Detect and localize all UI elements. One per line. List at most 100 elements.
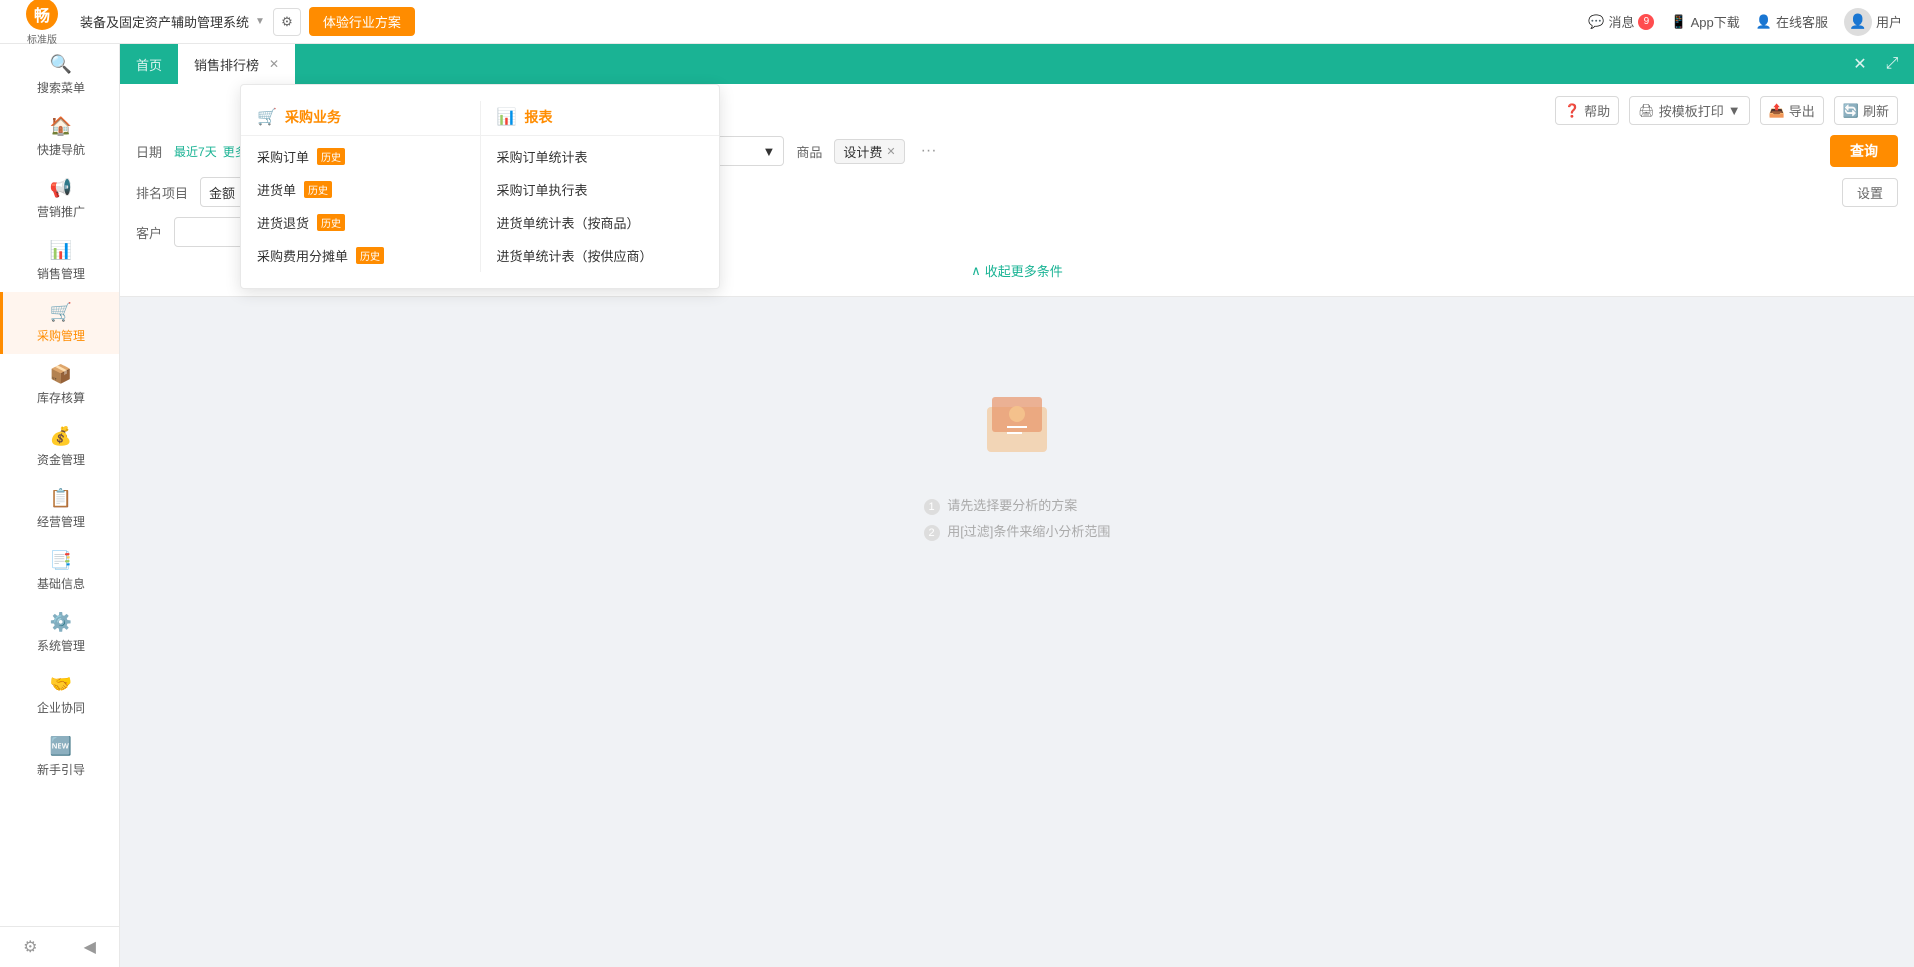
purchase-item[interactable]: 采购费用分摊单历史 <box>241 239 480 272</box>
goods-tag-value: 设计费 <box>843 142 882 161</box>
report-item[interactable]: 采购订单统计表 <box>481 140 720 173</box>
report-item[interactable]: 进货单统计表（按商品） <box>481 206 720 239</box>
purchase-col-icon: 🛒 <box>257 107 277 127</box>
sidebar-item-system[interactable]: ⚙️系统管理 <box>0 602 119 664</box>
sidebar-item-purchase[interactable]: 🛒 采购管理 <box>0 292 119 354</box>
settings-button[interactable]: ⚙ <box>273 8 301 36</box>
rank-label: 排名项目 <box>136 183 188 202</box>
tab-bar: 首页 销售排行榜 ✕ ✕ ⤢ <box>120 44 1914 84</box>
close-icon[interactable]: ✕ <box>269 57 279 71</box>
logo: 畅 标准版 <box>12 0 72 46</box>
dropdown-item-label: 进货单统计表（按供应商） <box>497 246 653 265</box>
collapse-label: 收起更多条件 <box>985 261 1063 280</box>
sidebar-icon-guide: 🆕 <box>50 736 72 757</box>
sidebar-label-basic: 基础信息 <box>37 575 85 592</box>
tab-home-label: 首页 <box>136 55 162 74</box>
sidebar-icon-purchase: 🛒 <box>50 302 72 323</box>
tab-home[interactable]: 首页 <box>120 44 178 84</box>
sidebar-icon-operations: 📋 <box>50 488 72 509</box>
report-item[interactable]: 进货单统计表（按供应商） <box>481 239 720 272</box>
empty-icon <box>967 377 1067 477</box>
goods-more-btn[interactable]: ··· <box>921 142 937 160</box>
help-label: 帮助 <box>1584 101 1610 120</box>
chevron-down-icon: ▼ <box>255 16 265 27</box>
export-button[interactable]: 📤 导出 <box>1760 96 1824 125</box>
sidebar-item-operations[interactable]: 📋 经营管理 <box>0 478 119 540</box>
industry-button[interactable]: 体验行业方案 <box>309 7 415 36</box>
set-button[interactable]: 设置 <box>1842 178 1898 207</box>
purchase-col-title: 🛒 采购业务 <box>241 101 480 136</box>
sidebar-item-marketing[interactable]: 📢营销推广 <box>0 168 119 230</box>
empty-tips: 1 请先选择要分析的方案 2 用[过滤]条件来缩小分析范围 <box>924 493 1111 545</box>
service-icon: 👤 <box>1756 14 1772 30</box>
sidebar-item-search[interactable]: 🔍搜索菜单 <box>0 44 119 106</box>
query-button[interactable]: 查询 <box>1830 135 1898 167</box>
refresh-button[interactable]: 🔄 刷新 <box>1834 96 1898 125</box>
sidebar-icon-basic: 📑 <box>50 550 72 571</box>
dropdown-item-label: 进货单统计表（按商品） <box>497 213 640 232</box>
sidebar-label-sales: 销售管理 <box>37 265 85 282</box>
empty-state: 1 请先选择要分析的方案 2 用[过滤]条件来缩小分析范围 <box>120 297 1914 625</box>
purchase-item[interactable]: 采购订单历史 <box>241 140 480 173</box>
rank-value: 金额 <box>209 183 235 202</box>
service-button[interactable]: 👤 在线客服 <box>1756 12 1828 31</box>
goods-tag: 设计费 ✕ <box>834 139 904 164</box>
sidebar-icon-quick: 🏠 <box>50 116 72 137</box>
tip-text-2: 用[过滤]条件来缩小分析范围 <box>947 524 1110 539</box>
help-button[interactable]: ❓ 帮助 <box>1555 96 1619 125</box>
sidebar-label-purchase: 采购管理 <box>37 327 85 344</box>
print-chevron: ▼ <box>1728 103 1741 118</box>
sidebar-icon-sales: 📊 <box>50 240 72 261</box>
purchase-item[interactable]: 进货退货历史 <box>241 206 480 239</box>
sidebar-label-operations: 经营管理 <box>37 513 85 530</box>
purchase-item[interactable]: 进货单历史 <box>241 173 480 206</box>
report-col-title: 📊 报表 <box>481 101 720 136</box>
logo-icon: 畅 <box>26 0 58 30</box>
date-7days[interactable]: 最近7天 <box>174 143 217 160</box>
export-icon: 📤 <box>1769 103 1785 119</box>
user-button[interactable]: 👤 用户 <box>1844 8 1902 36</box>
print-icon: 🖨 <box>1638 103 1655 119</box>
settings-icon[interactable]: ⚙ <box>23 937 37 957</box>
dropdown-item-label: 进货单 <box>257 180 296 199</box>
sidebar-item-inventory[interactable]: 📦库存核算 <box>0 354 119 416</box>
sidebar-item-sales[interactable]: 📊 销售管理 <box>0 230 119 292</box>
collapse-button[interactable]: ∧ 收起更多条件 <box>971 261 1063 280</box>
sidebar-icon-system: ⚙️ <box>50 612 72 633</box>
sidebar-item-finance[interactable]: 💰资金管理 <box>0 416 119 478</box>
export-label: 导出 <box>1789 101 1815 120</box>
report-col-label: 报表 <box>525 107 553 127</box>
dropdown-item-label: 采购订单统计表 <box>497 147 588 166</box>
purchase-col-label: 采购业务 <box>285 107 341 127</box>
collapse-icon[interactable]: ◀ <box>84 937 96 957</box>
close-tab-icon[interactable]: ✕ <box>1846 50 1874 78</box>
print-button[interactable]: 🖨 按模板打印 ▼ <box>1629 96 1749 125</box>
service-label: 在线客服 <box>1776 12 1828 31</box>
maximize-icon[interactable]: ⤢ <box>1878 50 1906 78</box>
topbar-right: 💬 消息 9 📱 App下载 👤 在线客服 👤 用户 <box>1588 8 1902 36</box>
message-button[interactable]: 💬 消息 9 <box>1588 12 1654 31</box>
app-download-button[interactable]: 📱 App下载 <box>1670 12 1739 31</box>
system-selector[interactable]: 装备及固定资产辅助管理系统 ▼ <box>80 12 265 31</box>
sidebar-item-quick[interactable]: 🏠 快捷导航 <box>0 106 119 168</box>
phone-icon: 📱 <box>1670 14 1686 30</box>
report-item[interactable]: 采购订单执行表 <box>481 173 720 206</box>
sidebar-label-search: 搜索菜单 <box>37 79 85 96</box>
help-icon: ❓ <box>1564 103 1580 119</box>
history-badge: 历史 <box>317 214 345 231</box>
tip-text-1: 请先选择要分析的方案 <box>947 498 1077 513</box>
goods-tag-close[interactable]: ✕ <box>886 145 895 158</box>
sidebar-item-basic[interactable]: 📑 基础信息 <box>0 540 119 602</box>
history-badge: 历史 <box>356 247 384 264</box>
main-content: 首页 销售排行榜 ✕ ✕ ⤢ ❓ 帮助 <box>120 44 1914 967</box>
history-badge: 历史 <box>317 148 345 165</box>
refresh-icon: 🔄 <box>1843 103 1859 119</box>
sidebar: 🔍搜索菜单 🏠 快捷导航 📢营销推广 📊 销售管理 🛒 采购管理 📦库存核算💰资金管理 📋 经营管理… <box>0 44 120 967</box>
sidebar-label-quick: 快捷导航 <box>37 141 85 158</box>
dropdown-item-label: 进货退货 <box>257 213 309 232</box>
sidebar-icon-enterprise: 🤝 <box>50 674 72 695</box>
tip-num-2: 2 <box>924 525 940 541</box>
sidebar-item-guide[interactable]: 🆕新手引导 <box>0 726 119 788</box>
sidebar-item-enterprise[interactable]: 🤝企业协同 <box>0 664 119 726</box>
tab-ranking[interactable]: 销售排行榜 ✕ <box>178 44 295 84</box>
